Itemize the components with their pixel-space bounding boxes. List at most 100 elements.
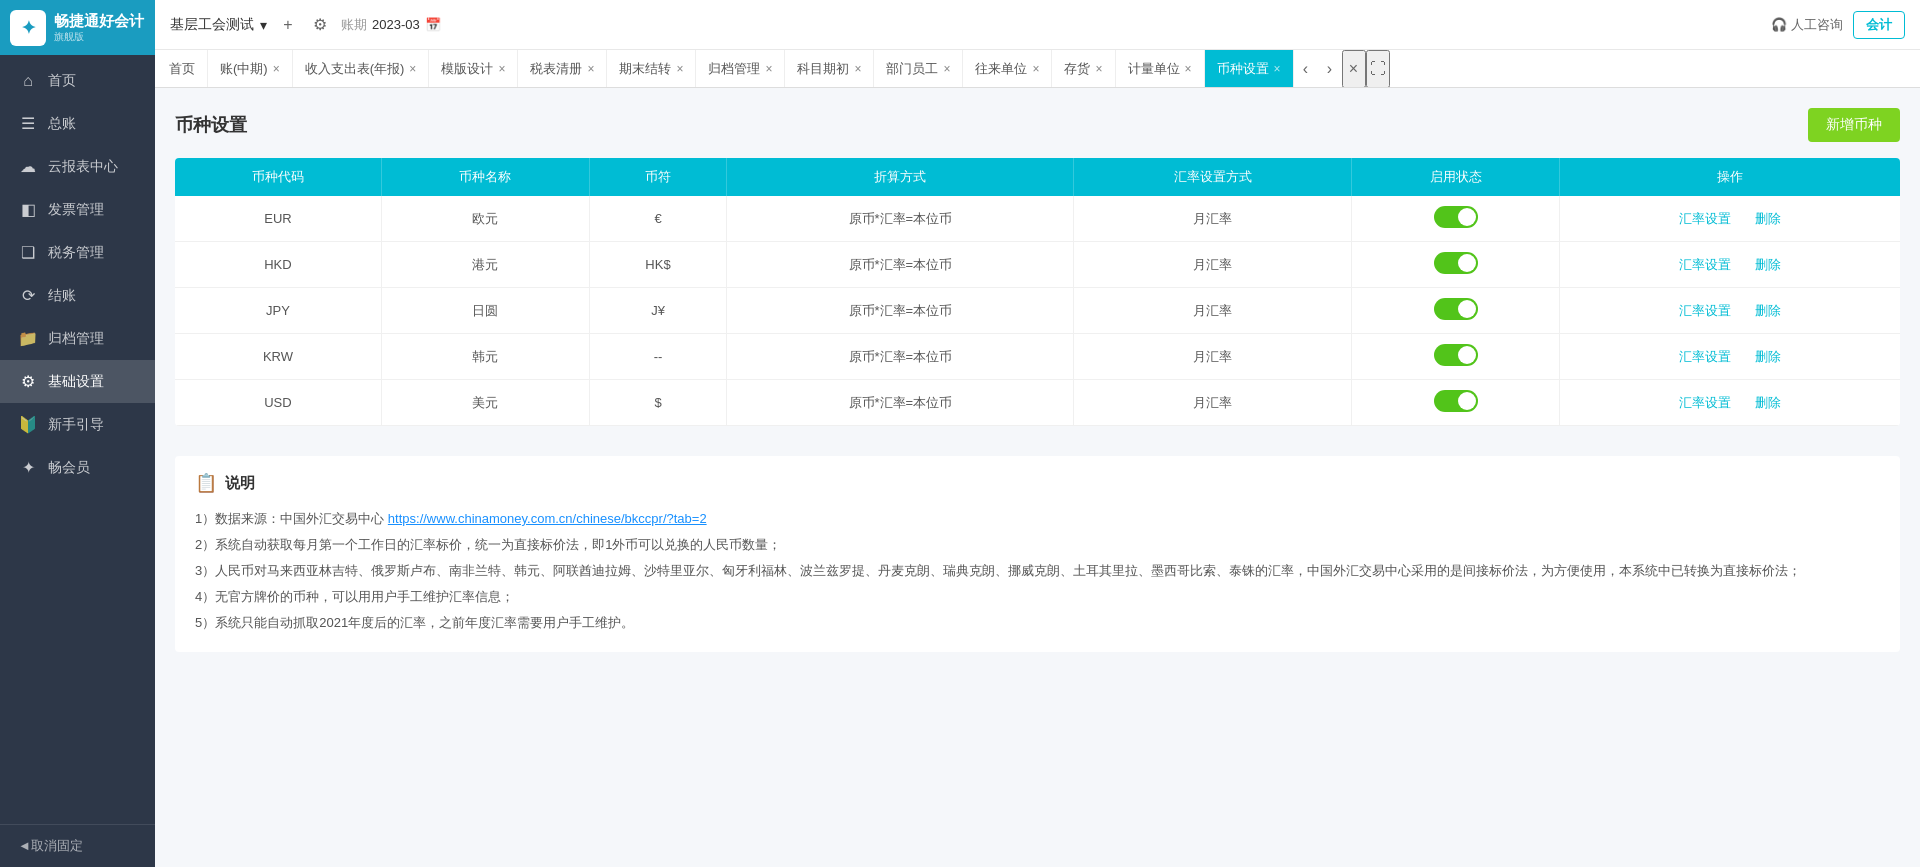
sidebar-item-tax[interactable]: ❑ 税务管理 — [0, 231, 155, 274]
table-header-row: 币种代码 币种名称 币符 折算方式 汇率设置方式 启用状态 操作 — [175, 158, 1900, 196]
tab-close-all-button[interactable]: × — [1342, 50, 1366, 88]
tab-subject-close[interactable]: × — [854, 62, 861, 76]
tab-unit[interactable]: 计量单位 × — [1116, 50, 1205, 88]
sidebar-item-settings[interactable]: ⚙ 基础设置 — [0, 360, 155, 403]
tab-prev-button[interactable]: ‹ — [1294, 50, 1318, 88]
tab-home[interactable]: 首页 — [157, 50, 208, 88]
tab-period-end-close[interactable]: × — [676, 62, 683, 76]
notes-link[interactable]: https://www.chinamoney.com.cn/chinese/bk… — [388, 511, 707, 526]
toggle-thumb — [1458, 346, 1476, 364]
cell-status — [1352, 334, 1560, 380]
sidebar: ✦ 畅捷通好会计 旗舰版 ⌂ 首页 ☰ 总账 ☁ 云报表中心 ◧ 发票管理 ❑ … — [0, 0, 155, 867]
delete-link[interactable]: 删除 — [1755, 257, 1781, 272]
calendar-icon[interactable]: 📅 — [425, 17, 441, 32]
company-settings-button[interactable]: ⚙ — [309, 14, 331, 36]
add-company-button[interactable]: + — [277, 14, 299, 36]
currency-table: 币种代码 币种名称 币符 折算方式 汇率设置方式 启用状态 操作 EUR 欧元 … — [175, 158, 1900, 426]
status-toggle[interactable] — [1434, 344, 1478, 366]
tab-dept-close[interactable]: × — [943, 62, 950, 76]
sidebar-item-reports-label: 云报表中心 — [48, 158, 118, 176]
status-toggle[interactable] — [1434, 252, 1478, 274]
status-toggle[interactable] — [1434, 390, 1478, 412]
rate-settings-link[interactable]: 汇率设置 — [1679, 211, 1731, 226]
tab-dept[interactable]: 部门员工 × — [874, 50, 963, 88]
table-row: USD 美元 $ 原币*汇率=本位币 月汇率 汇率设置 删除 — [175, 380, 1900, 426]
app-name: 畅捷通好会计 — [54, 12, 144, 30]
rate-settings-link[interactable]: 汇率设置 — [1679, 349, 1731, 364]
table-row: HKD 港元 HK$ 原币*汇率=本位币 月汇率 汇率设置 删除 — [175, 242, 1900, 288]
tab-period-close[interactable]: × — [273, 62, 280, 76]
new-currency-button[interactable]: 新增币种 — [1808, 108, 1900, 142]
tab-inventory-close[interactable]: × — [1095, 62, 1102, 76]
sidebar-pin-toggle[interactable]: ◄取消固定 — [0, 824, 155, 867]
period-label: 账期 — [341, 16, 367, 34]
tab-archive[interactable]: 归档管理 × — [696, 50, 785, 88]
tab-currency-close[interactable]: × — [1274, 62, 1281, 76]
tax-icon: ❑ — [18, 243, 38, 262]
col-status: 启用状态 — [1352, 158, 1560, 196]
tab-currency[interactable]: 币种设置 × — [1205, 50, 1294, 88]
tab-inventory[interactable]: 存货 × — [1052, 50, 1115, 88]
cell-actions: 汇率设置 删除 — [1560, 242, 1900, 288]
main-area: 基层工会测试 ▾ + ⚙ 账期 2023-03 📅 🎧 人工咨询 会计 首页 账… — [155, 0, 1920, 867]
toggle-thumb — [1458, 300, 1476, 318]
sidebar-item-invoices[interactable]: ◧ 发票管理 — [0, 188, 155, 231]
cell-actions: 汇率设置 删除 — [1560, 334, 1900, 380]
page-title: 币种设置 — [175, 113, 247, 137]
support-button[interactable]: 🎧 人工咨询 — [1771, 16, 1843, 34]
toggle-thumb — [1458, 208, 1476, 226]
rate-settings-link[interactable]: 汇率设置 — [1679, 303, 1731, 318]
cell-calc: 原币*汇率=本位币 — [727, 196, 1074, 242]
tab-template-close[interactable]: × — [498, 62, 505, 76]
status-toggle[interactable] — [1434, 206, 1478, 228]
sidebar-item-reports[interactable]: ☁ 云报表中心 — [0, 145, 155, 188]
sidebar-item-settlement-label: 结账 — [48, 287, 76, 305]
col-actions: 操作 — [1560, 158, 1900, 196]
notes-item: 2）系统自动获取每月第一个工作日的汇率标价，统一为直接标价法，即1外币可以兑换的… — [195, 532, 1880, 558]
account-button[interactable]: 会计 — [1853, 11, 1905, 39]
cell-actions: 汇率设置 删除 — [1560, 380, 1900, 426]
cell-calc: 原币*汇率=本位币 — [727, 334, 1074, 380]
tab-period-label: 账(中期) — [220, 60, 268, 78]
tab-partner[interactable]: 往来单位 × — [963, 50, 1052, 88]
col-name: 币种名称 — [381, 158, 589, 196]
tab-period-end[interactable]: 期末结转 × — [607, 50, 696, 88]
table-row: JPY 日圆 J¥ 原币*汇率=本位币 月汇率 汇率设置 删除 — [175, 288, 1900, 334]
period-value: 2023-03 — [372, 17, 420, 32]
tab-unit-close[interactable]: × — [1185, 62, 1192, 76]
tab-next-button[interactable]: › — [1318, 50, 1342, 88]
sidebar-item-member[interactable]: ✦ 畅会员 — [0, 446, 155, 489]
tab-income-close[interactable]: × — [409, 62, 416, 76]
rate-settings-link[interactable]: 汇率设置 — [1679, 395, 1731, 410]
sidebar-item-settlement[interactable]: ⟳ 结账 — [0, 274, 155, 317]
cell-symbol: $ — [589, 380, 727, 426]
tab-tax[interactable]: 税表清册 × — [518, 50, 607, 88]
toggle-thumb — [1458, 392, 1476, 410]
company-selector[interactable]: 基层工会测试 ▾ — [170, 16, 267, 34]
sidebar-item-ledger[interactable]: ☰ 总账 — [0, 102, 155, 145]
cell-symbol: J¥ — [589, 288, 727, 334]
tab-subject[interactable]: 科目期初 × — [785, 50, 874, 88]
tab-home-label: 首页 — [169, 60, 195, 78]
delete-link[interactable]: 删除 — [1755, 395, 1781, 410]
tab-period[interactable]: 账(中期) × — [208, 50, 293, 88]
delete-link[interactable]: 删除 — [1755, 303, 1781, 318]
tab-income[interactable]: 收入支出表(年报) × — [293, 50, 430, 88]
tab-template[interactable]: 模版设计 × — [429, 50, 518, 88]
sidebar-item-guide[interactable]: 🔰 新手引导 — [0, 403, 155, 446]
delete-link[interactable]: 删除 — [1755, 211, 1781, 226]
tab-period-end-label: 期末结转 — [619, 60, 671, 78]
tab-tax-close[interactable]: × — [587, 62, 594, 76]
tab-partner-close[interactable]: × — [1032, 62, 1039, 76]
cell-actions: 汇率设置 删除 — [1560, 196, 1900, 242]
notes-title: 📋 说明 — [195, 472, 1880, 494]
cell-status — [1352, 196, 1560, 242]
rate-settings-link[interactable]: 汇率设置 — [1679, 257, 1731, 272]
sidebar-item-home[interactable]: ⌂ 首页 — [0, 60, 155, 102]
cell-code: USD — [175, 380, 381, 426]
delete-link[interactable]: 删除 — [1755, 349, 1781, 364]
sidebar-item-archive[interactable]: 📁 归档管理 — [0, 317, 155, 360]
status-toggle[interactable] — [1434, 298, 1478, 320]
tab-expand-button[interactable]: ⛶ — [1366, 50, 1390, 88]
tab-archive-close[interactable]: × — [765, 62, 772, 76]
